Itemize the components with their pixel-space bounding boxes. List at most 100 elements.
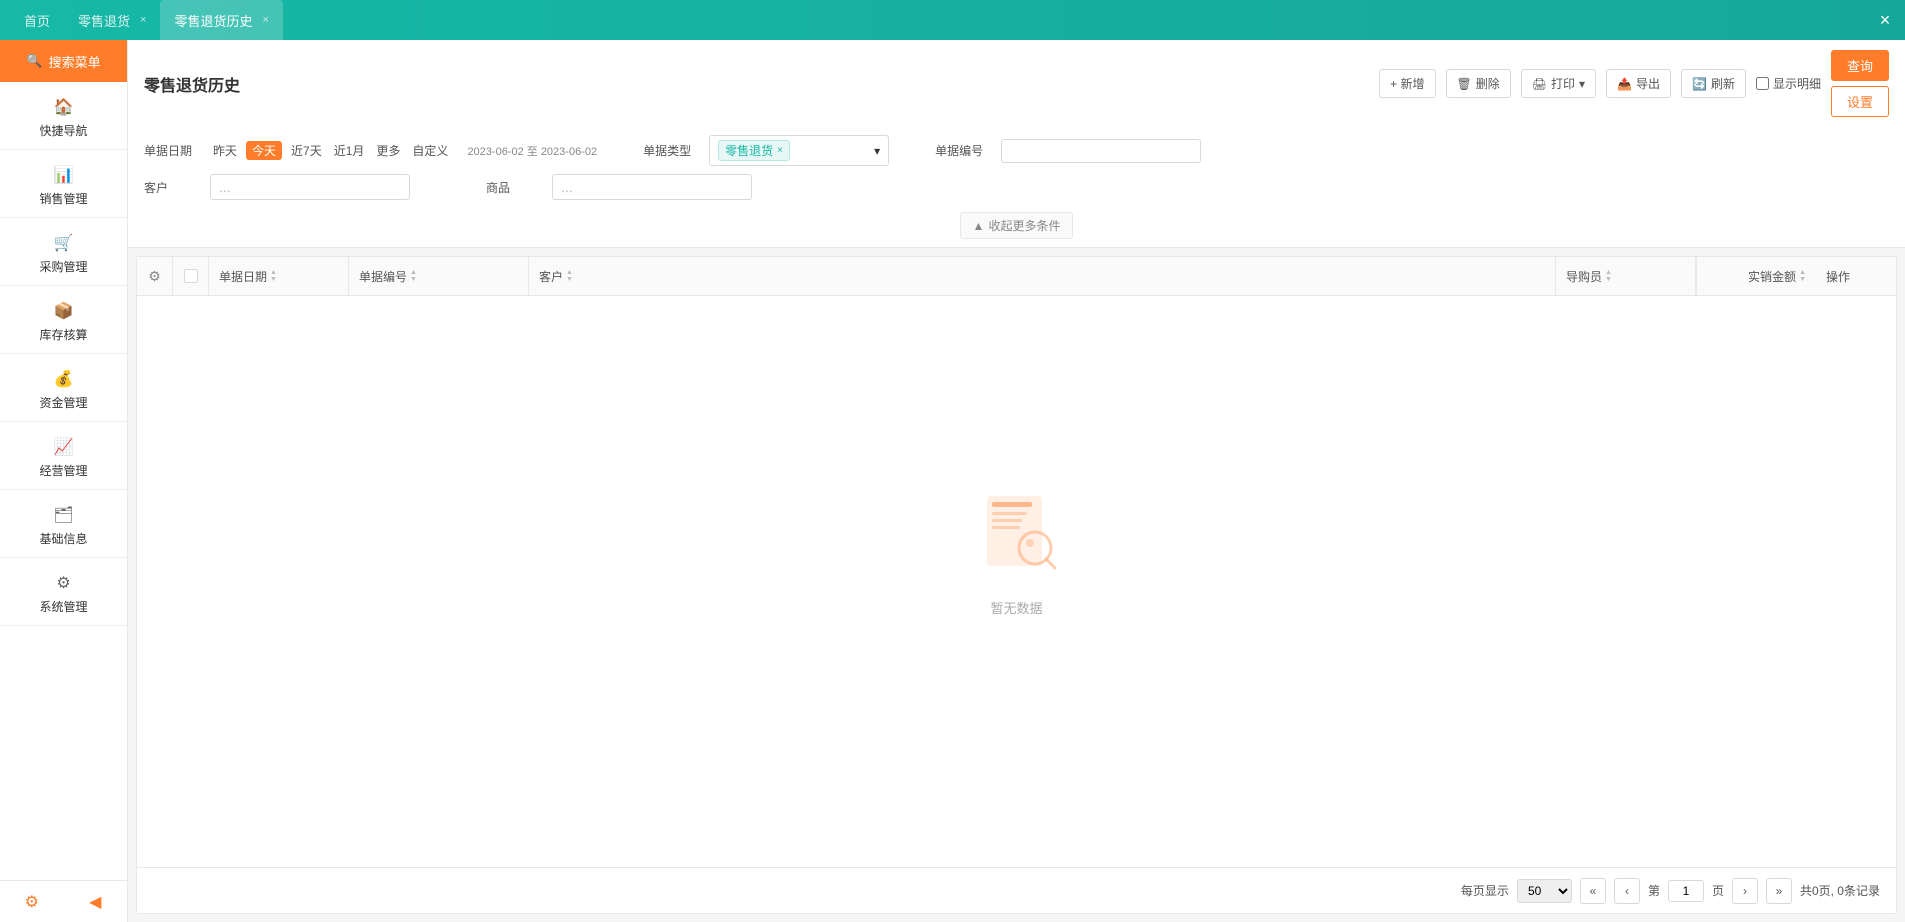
- th-action: 操作: [1816, 257, 1896, 295]
- empty-icon: [967, 486, 1067, 586]
- th-customer: 客户 ▲▼: [529, 257, 1556, 295]
- sidebar-item-quick-nav[interactable]: 🏠 快捷导航: [0, 82, 127, 150]
- th-amount: 实销金额 ▲▼: [1696, 257, 1816, 295]
- refresh-button[interactable]: 🔄 刷新: [1681, 69, 1746, 98]
- filter-area: 单据日期 昨天 今天 近7天 近1月 更多 自定义 2023-06-02 至 2…: [144, 125, 1889, 247]
- sidebar-item-basic-info[interactable]: 🗂 基础信息: [0, 490, 127, 558]
- new-button[interactable]: + 新增: [1379, 69, 1435, 98]
- th-id: 单据编号 ▲▼: [349, 257, 529, 295]
- sidebar-item-system[interactable]: ⚙ 系统管理: [0, 558, 127, 626]
- sidebar-settings-button[interactable]: ⚙: [0, 881, 64, 922]
- basic-info-icon: 🗂: [53, 504, 75, 526]
- display-switch: 显示明细: [1756, 75, 1821, 92]
- date-option-yesterday[interactable]: 昨天: [210, 141, 240, 160]
- type-filter-select[interactable]: 零售退货 × ▾: [709, 135, 889, 166]
- type-select-chevron: ▾: [874, 144, 880, 158]
- sidebar: 🔍 搜索菜单 🏠 快捷导航 📊 销售管理 🛒 采购管理 📦 库存核算 💰 资金管…: [0, 40, 128, 922]
- page-label: 第: [1648, 882, 1660, 899]
- date-option-7days[interactable]: 近7天: [288, 141, 325, 160]
- print-button[interactable]: 🖨 打印 ▾: [1521, 69, 1596, 98]
- table-container: ⚙ 单据日期 ▲▼ 单据编号 ▲▼: [128, 248, 1905, 922]
- sidebar-search[interactable]: 🔍 搜索菜单: [0, 40, 127, 82]
- top-bar: 首页 零售退货 × 零售退货历史 × ×: [0, 0, 1905, 40]
- sidebar-item-inventory[interactable]: 📦 库存核算: [0, 286, 127, 354]
- guide-sort[interactable]: ▲▼: [1605, 269, 1612, 283]
- home-icon: 🏠: [53, 96, 75, 118]
- customer-filter-select[interactable]: ...: [210, 174, 410, 200]
- customer-filter-label: 客户: [144, 179, 194, 196]
- search-icon: 🔍: [26, 53, 42, 69]
- type-tag: 零售退货 ×: [718, 140, 790, 161]
- empty-text: 暂无数据: [990, 598, 1042, 617]
- collapse-row: ▲ 收起更多条件: [144, 208, 1889, 239]
- display-detail-checkbox[interactable]: [1756, 77, 1769, 90]
- table-header-row: ⚙ 单据日期 ▲▼ 单据编号 ▲▼: [137, 257, 1896, 296]
- page-title: 零售退货历史: [144, 72, 240, 96]
- sidebar-bottom: ⚙ ◀: [0, 880, 127, 922]
- export-icon: 📤: [1617, 77, 1632, 91]
- collapse-button[interactable]: ▲ 收起更多条件: [960, 212, 1074, 239]
- last-page-button[interactable]: »: [1766, 878, 1792, 904]
- page-header: 零售退货历史 + 新增 🗑 删除 🖨 打印 ▾ 📤 导出: [128, 40, 1905, 248]
- type-filter-label: 单据类型: [643, 142, 693, 159]
- number-filter-input[interactable]: [1001, 139, 1201, 163]
- sidebar-item-sales[interactable]: 📊 销售管理: [0, 150, 127, 218]
- tab-retail-return-history-close[interactable]: ×: [262, 14, 268, 26]
- date-option-today[interactable]: 今天: [246, 141, 282, 160]
- export-button[interactable]: 📤 导出: [1606, 69, 1671, 98]
- query-settings-group: 查询 设置: [1831, 50, 1889, 117]
- delete-icon: 🗑: [1457, 77, 1472, 91]
- finance-icon: 💰: [53, 368, 75, 390]
- inventory-icon: 📦: [53, 300, 75, 322]
- settings-button[interactable]: 设置: [1831, 86, 1889, 117]
- filter-row-1: 单据日期 昨天 今天 近7天 近1月 更多 自定义 2023-06-02 至 2…: [144, 135, 1889, 166]
- date-option-1month[interactable]: 近1月: [331, 141, 368, 160]
- th-guide: 导购员 ▲▼: [1556, 257, 1696, 295]
- type-tag-close[interactable]: ×: [777, 145, 783, 156]
- system-icon: ⚙: [53, 572, 75, 594]
- window-close-button[interactable]: ×: [1865, 0, 1905, 40]
- empty-state: 暂无数据: [137, 296, 1896, 867]
- goods-filter-select[interactable]: ...: [552, 174, 752, 200]
- select-all-checkbox[interactable]: [173, 257, 209, 295]
- print-icon: 🖨: [1532, 77, 1547, 91]
- toolbar: + 新增 🗑 删除 🖨 打印 ▾ 📤 导出 🔄: [1379, 50, 1889, 117]
- checkbox-all[interactable]: [184, 269, 198, 283]
- query-button[interactable]: 查询: [1831, 50, 1889, 81]
- date-option-custom[interactable]: 自定义: [409, 141, 451, 160]
- page-number-input[interactable]: [1668, 880, 1704, 902]
- date-sort[interactable]: ▲▼: [270, 269, 277, 283]
- th-date: 单据日期 ▲▼: [209, 257, 349, 295]
- first-page-button[interactable]: «: [1580, 878, 1606, 904]
- customer-sort[interactable]: ▲▼: [566, 269, 573, 283]
- sidebar-item-purchase[interactable]: 🛒 采购管理: [0, 218, 127, 286]
- goods-filter-label: 商品: [486, 179, 536, 196]
- column-settings-button[interactable]: ⚙: [137, 257, 173, 295]
- purchase-icon: 🛒: [53, 232, 75, 254]
- sidebar-item-management[interactable]: 📈 经营管理: [0, 422, 127, 490]
- page-size-select[interactable]: 50 10 20 100: [1517, 879, 1572, 903]
- pagination-bar: 每页显示 50 10 20 100 « ‹ 第 页 › » 共0页, 0条记录: [137, 867, 1896, 913]
- gear-icon: ⚙: [148, 268, 161, 285]
- refresh-icon: 🔄: [1692, 77, 1707, 91]
- amount-sort[interactable]: ▲▼: [1799, 269, 1806, 283]
- tab-retail-return[interactable]: 零售退货 ×: [64, 0, 160, 40]
- tab-list: 首页 零售退货 × 零售退货历史 ×: [10, 0, 1865, 40]
- id-sort[interactable]: ▲▼: [410, 269, 417, 283]
- sidebar-pin-button[interactable]: ◀: [64, 881, 128, 922]
- date-option-more[interactable]: 更多: [373, 141, 403, 160]
- tab-retail-return-close[interactable]: ×: [140, 14, 146, 26]
- delete-button[interactable]: 🗑 删除: [1446, 69, 1511, 98]
- collapse-icon: ▲: [973, 219, 985, 233]
- sidebar-item-finance[interactable]: 💰 资金管理: [0, 354, 127, 422]
- prev-page-button[interactable]: ‹: [1614, 878, 1640, 904]
- tab-retail-return-history[interactable]: 零售退货历史 ×: [160, 0, 282, 40]
- number-filter-label: 单据编号: [935, 142, 985, 159]
- next-page-button[interactable]: ›: [1732, 878, 1758, 904]
- page-size-label: 每页显示: [1461, 882, 1509, 899]
- date-range-display: 2023-06-02 至 2023-06-02: [467, 143, 597, 159]
- tab-home[interactable]: 首页: [10, 0, 64, 40]
- management-icon: 📈: [53, 436, 75, 458]
- print-chevron-icon: ▾: [1579, 77, 1585, 91]
- date-filter: 昨天 今天 近7天 近1月 更多 自定义: [210, 141, 451, 160]
